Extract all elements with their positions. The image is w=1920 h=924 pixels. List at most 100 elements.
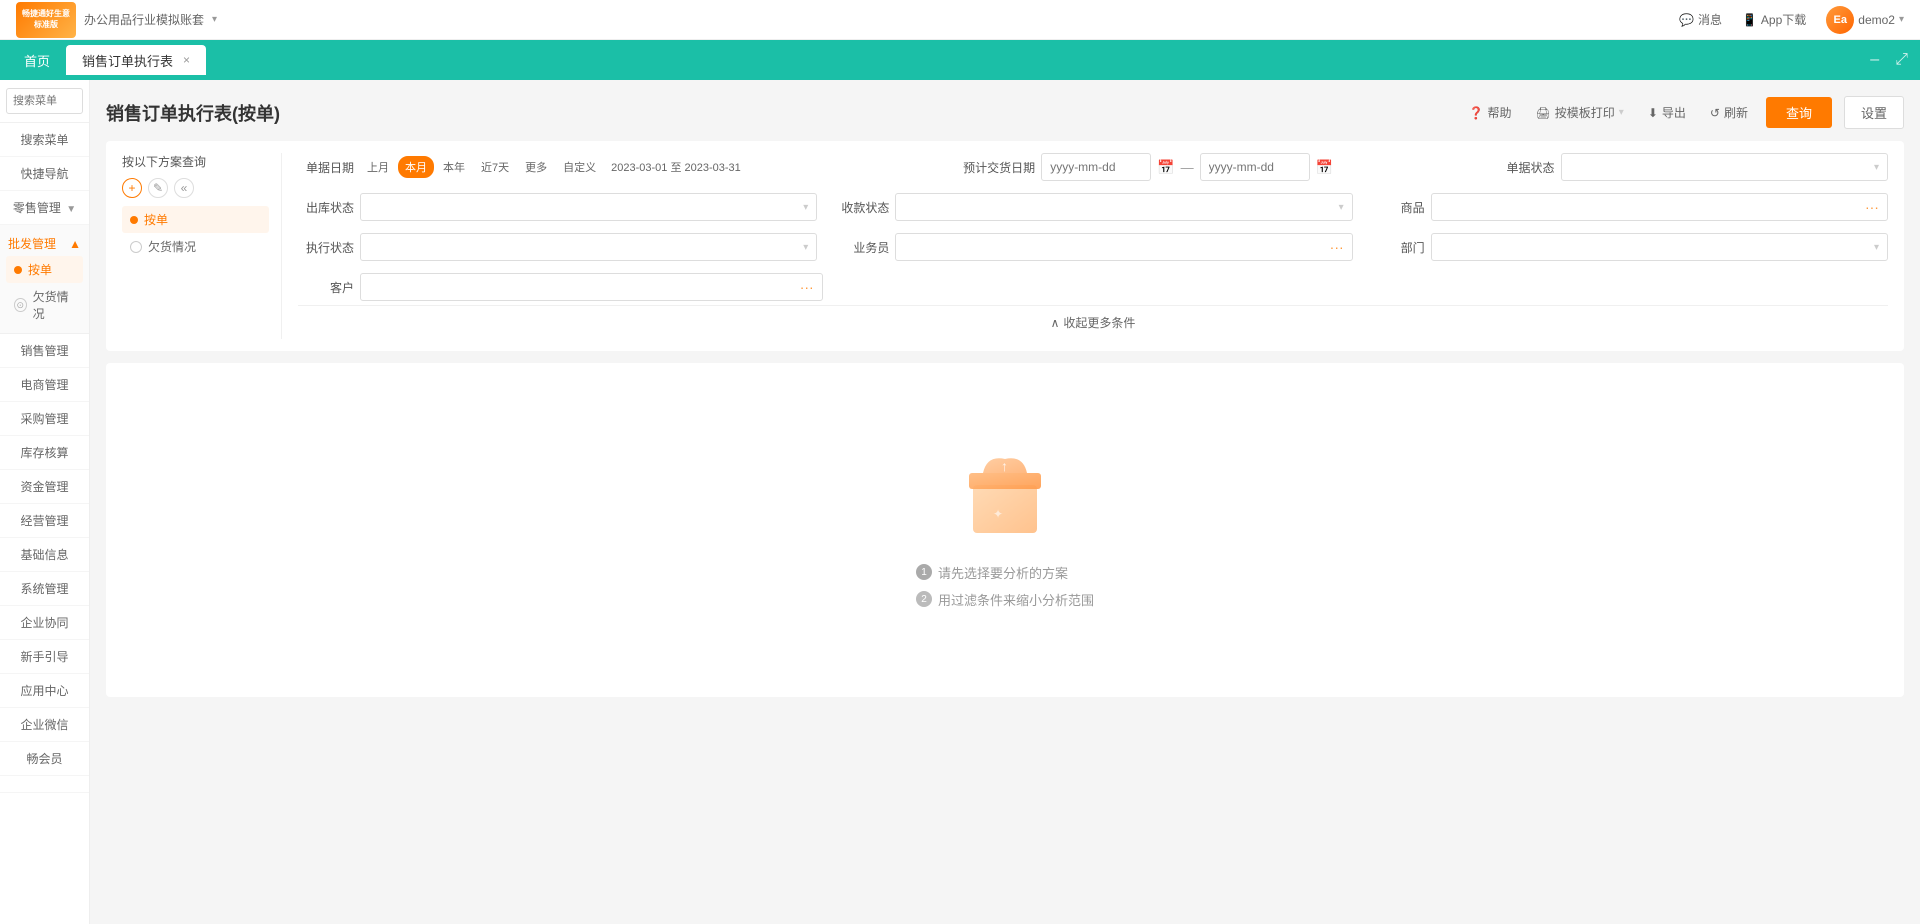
cal-icon-end[interactable]: 📅	[1316, 159, 1333, 176]
sidebar-item-marketing[interactable]: 销售管理	[0, 334, 89, 368]
sidebar-item-appcenter[interactable]: 企业微信	[0, 708, 89, 742]
filter-plan-actions: + ✎ «	[122, 178, 269, 198]
sidebar-wholesale-header[interactable]: 批发管理 ▲	[6, 231, 83, 256]
dept-label: 部门	[1369, 239, 1425, 256]
sidebar-item-basic[interactable]: 系统管理	[0, 572, 89, 606]
page-title: 销售订单执行表(按单)	[106, 100, 280, 126]
sidebar-item-sales[interactable]: 电商管理	[0, 368, 89, 402]
plan-order-label: 按单	[144, 211, 168, 228]
recv-status-select[interactable]: ▾	[895, 193, 1352, 221]
customer-select[interactable]: ···	[360, 273, 823, 301]
topbar-dropdown-arrow[interactable]: ▾	[212, 14, 217, 25]
help-icon: ❓	[1469, 106, 1484, 120]
sidebar-item-newguide[interactable]: 应用中心	[0, 674, 89, 708]
step-1-num: 1	[916, 564, 932, 580]
exec-status-select[interactable]: ▾	[360, 233, 817, 261]
sidebar-item-system[interactable]: 企业协同	[0, 606, 89, 640]
tabbar-collapse-btn[interactable]: –	[1866, 47, 1883, 73]
sidebar-item-retail[interactable]: 零售管理 ▼	[0, 191, 89, 225]
logo: 畅捷通好生意 标准版	[16, 2, 76, 38]
status-field: 单据状态 ▾	[1499, 153, 1889, 181]
date-tag-custom[interactable]: 自定义	[556, 156, 603, 178]
search-input[interactable]	[6, 88, 83, 114]
sidebar-item-member[interactable]	[0, 776, 89, 793]
sidebar-item-wxenterprise[interactable]: 畅会员	[0, 742, 89, 776]
collapse-more-btn[interactable]: ∧ 收起更多条件	[298, 305, 1888, 339]
date-tag-more[interactable]: 更多	[518, 156, 554, 178]
sidebar-item-operation[interactable]: 基础信息	[0, 538, 89, 572]
export-btn[interactable]: ⬇ 导出	[1642, 100, 1692, 125]
date-tag-last7[interactable]: 近7天	[474, 156, 516, 178]
refresh-icon: ↺	[1710, 106, 1720, 120]
expected-date-start-input[interactable]	[1041, 153, 1151, 181]
dept-select[interactable]: ▾	[1431, 233, 1888, 261]
help-btn[interactable]: ❓ 帮助	[1463, 100, 1518, 125]
sidebar-item-inventory[interactable]: 资金管理	[0, 470, 89, 504]
empty-state: ✦ ↑ 1 请先选择要分析的方案 2 用过滤条件来缩小分析范围	[106, 363, 1904, 697]
sidebar-item-search[interactable]: 搜索菜单	[0, 123, 89, 157]
add-plan-btn[interactable]: +	[122, 178, 142, 198]
refresh-btn[interactable]: ↺ 刷新	[1704, 100, 1754, 125]
date-tag-this-year[interactable]: 本年	[436, 156, 472, 178]
print-btn[interactable]: 🖨 按模板打印 ▾	[1530, 100, 1630, 125]
collapse-plan-icon: «	[181, 181, 188, 195]
refresh-label: 刷新	[1724, 104, 1748, 121]
filter-panel: 按以下方案查询 + ✎ « 按单	[106, 141, 1904, 351]
retail-arrow: ▼	[66, 204, 76, 215]
plan-item-order[interactable]: 按单	[122, 206, 269, 233]
sidebar-sub-order[interactable]: 按单	[6, 256, 83, 283]
status-select[interactable]: ▾	[1561, 153, 1889, 181]
edit-plan-btn[interactable]: ✎	[148, 178, 168, 198]
out-status-label: 出库状态	[298, 199, 354, 216]
out-status-select[interactable]: ▾	[360, 193, 817, 221]
sidebar-purchase-label: 库存核算	[20, 446, 68, 460]
filter-left-panel: 按以下方案查询 + ✎ « 按单	[122, 153, 282, 339]
tabbar-maximize-btn[interactable]: ⤢	[1891, 47, 1912, 73]
date-tag-this-month[interactable]: 本月	[398, 156, 434, 178]
customer-more-icon[interactable]: ···	[800, 279, 814, 295]
date-tag-last-month[interactable]: 上月	[360, 156, 396, 178]
customer-label: 客户	[298, 279, 354, 296]
salesperson-select[interactable]: ···	[895, 233, 1352, 261]
plan-shortage-dot	[130, 241, 142, 253]
sidebar-item-quick[interactable]: 快捷导航	[0, 157, 89, 191]
plan-item-shortage[interactable]: 欠货情况	[122, 233, 269, 260]
empty-tips: 1 请先选择要分析的方案 2 用过滤条件来缩小分析范围	[916, 563, 1094, 617]
print-icon: 🖨	[1536, 106, 1551, 120]
goods-select[interactable]: ···	[1431, 193, 1888, 221]
sidebar-item-purchase[interactable]: 库存核算	[0, 436, 89, 470]
sidebar-item-collab[interactable]: 新手引导	[0, 640, 89, 674]
salesperson-more-icon[interactable]: ···	[1330, 239, 1344, 255]
collapse-icon: ∧	[1051, 316, 1060, 330]
export-icon: ⬇	[1648, 106, 1658, 120]
tab-active-label: 销售订单执行表	[82, 51, 173, 70]
expected-date-end-input[interactable]	[1200, 153, 1310, 181]
status-dropdown-arrow: ▾	[1874, 162, 1879, 173]
tab-home[interactable]: 首页	[8, 45, 66, 75]
user-menu[interactable]: Ea demo2 ▾	[1826, 6, 1904, 34]
sidebar-newguide-label: 应用中心	[20, 684, 68, 698]
goods-field: 商品 ···	[1369, 193, 1888, 221]
sidebar-ecommerce-label: 采购管理	[20, 412, 68, 426]
query-button[interactable]: 查询	[1766, 97, 1832, 128]
settings-button[interactable]: 设置	[1844, 96, 1904, 129]
plan-order-dot	[130, 216, 138, 224]
message-btn[interactable]: 💬 消息	[1679, 11, 1722, 28]
cal-icon-start[interactable]: 📅	[1157, 159, 1174, 176]
goods-more-icon[interactable]: ···	[1865, 199, 1879, 215]
sidebar-item-finance[interactable]: 经营管理	[0, 504, 89, 538]
sidebar-item-ecommerce[interactable]: 采购管理	[0, 402, 89, 436]
help-label: 帮助	[1488, 104, 1512, 121]
collapse-plan-btn[interactable]: «	[174, 178, 194, 198]
sidebar-sub-shortage[interactable]: ⊙ 欠货情况	[6, 283, 83, 327]
print-dropdown-arrow: ▾	[1619, 107, 1624, 118]
date-label: 单据日期	[298, 159, 354, 176]
empty-tip-1: 1 请先选择要分析的方案	[916, 563, 1094, 582]
export-label: 导出	[1662, 104, 1686, 121]
tab-close-icon[interactable]: ×	[183, 53, 190, 67]
app-download-btn[interactable]: 📱 App下载	[1742, 11, 1806, 28]
tab-sales-execution[interactable]: 销售订单执行表 ×	[66, 45, 206, 75]
svg-text:↑: ↑	[1001, 458, 1008, 474]
page-header: 销售订单执行表(按单) ❓ 帮助 🖨 按模板打印 ▾ ⬇ 导出 ↺ 刷新	[106, 96, 1904, 129]
tabbar: 首页 销售订单执行表 × – ⤢	[0, 40, 1920, 80]
